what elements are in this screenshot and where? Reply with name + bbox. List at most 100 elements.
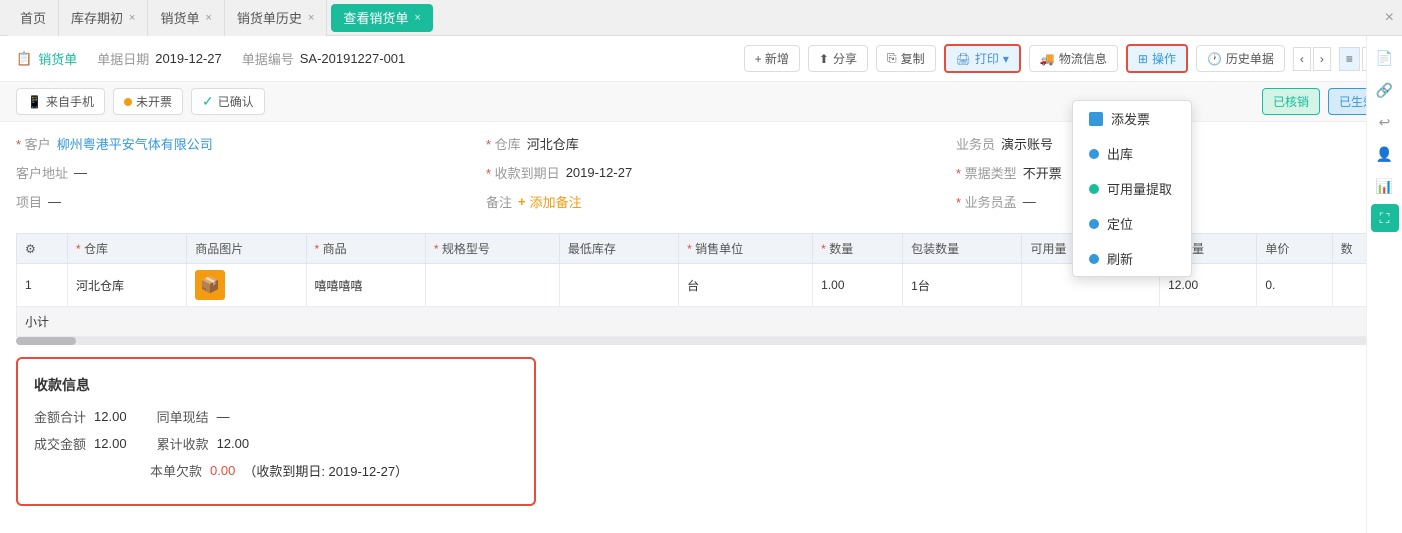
number-value: SA-20191227-001: [300, 51, 406, 66]
operation-dropdown: 添发票 出库 可用量提取 定位 刷新: [1072, 100, 1192, 277]
cancelled-status[interactable]: 已核销: [1262, 88, 1320, 115]
row-min-stock: [559, 264, 678, 307]
not-opened-button[interactable]: 未开票: [113, 88, 183, 115]
address-label: 客户地址: [16, 163, 68, 182]
customer-value[interactable]: 柳州粤港平安气体有限公司: [57, 134, 213, 153]
operation-button-label: 操作: [1152, 50, 1176, 67]
prev-arrow[interactable]: ‹: [1293, 47, 1311, 71]
address-value: —: [74, 165, 87, 180]
not-opened-label: 未开票: [136, 93, 172, 110]
date-value: 2019-12-27: [155, 51, 222, 66]
horizontal-scrollbar[interactable]: [16, 337, 1386, 345]
tab-bar: 首页 库存期初 × 销货单 × 销货单历史 × 查看销货单 × ×: [0, 0, 1402, 36]
available-qty-item[interactable]: 可用量提取: [1073, 171, 1191, 206]
tab-inventory-init-close[interactable]: ×: [129, 12, 135, 24]
locate-item[interactable]: 定位: [1073, 206, 1191, 241]
outbound-label: 出库: [1107, 144, 1133, 163]
sidebar-icon-return[interactable]: ↩: [1371, 108, 1399, 136]
print-button-label: 打印: [975, 50, 999, 67]
confirm-button[interactable]: ✓ 已确认: [191, 88, 265, 115]
copy-icon: ⎘: [887, 51, 897, 66]
tab-sales-history-close[interactable]: ×: [308, 12, 314, 24]
tab-home[interactable]: 首页: [8, 0, 59, 36]
subtotal-label: 小计: [17, 307, 1386, 337]
amount-item: 金额合计 12.00: [34, 407, 127, 426]
sidebar-icon-chart[interactable]: 📊: [1371, 172, 1399, 200]
row-index: 1: [17, 264, 68, 307]
col-unit: 销售单位: [679, 234, 813, 264]
balance-label: 本单欠款: [150, 461, 202, 480]
accumulated-item: 累计收款 12.00: [157, 434, 250, 453]
available-qty-icon: [1089, 184, 1099, 194]
available-qty-label: 可用量提取: [1107, 179, 1172, 198]
copy-button[interactable]: ⎘ 复制: [876, 45, 936, 72]
outbound-item[interactable]: 出库: [1073, 136, 1191, 171]
transaction-value: 12.00: [94, 436, 127, 451]
product-image-icon: 📦: [200, 275, 220, 295]
outbound-icon: [1089, 149, 1099, 159]
sidebar-icon-expand[interactable]: ⛶: [1371, 204, 1399, 232]
sidebar-icon-user[interactable]: 👤: [1371, 140, 1399, 168]
row-spec: [425, 264, 559, 307]
tab-sales-order-close[interactable]: ×: [205, 12, 211, 24]
history-icon: 🕐: [1207, 52, 1222, 66]
next-arrow[interactable]: ›: [1313, 47, 1331, 71]
col-product: 商品: [306, 234, 425, 264]
share-button[interactable]: ⬆ 分享: [808, 45, 868, 72]
print-dropdown-icon: ▾: [1003, 52, 1009, 66]
share-icon: ⬆: [819, 52, 829, 66]
col-settings[interactable]: ⚙: [17, 234, 68, 264]
payment-info-box: 收款信息 金额合计 12.00 同单现结 — 成交金额 12.00 累计收款: [16, 357, 536, 506]
logistics-icon: 🚚: [1040, 52, 1055, 66]
warehouse-value: 河北仓库: [527, 134, 579, 153]
customer-label: 客户: [16, 134, 51, 153]
date-label: 单据日期: [97, 49, 149, 68]
doc-type-label: 销货单: [38, 49, 77, 68]
row-quantity: 1.00: [813, 264, 903, 307]
tab-bar-close-button[interactable]: ×: [1385, 9, 1394, 27]
tab-view-sales-order[interactable]: 查看销货单 ×: [331, 4, 432, 32]
print-button[interactable]: 🖨 打印 ▾: [944, 44, 1021, 73]
sidebar-icon-link[interactable]: 🔗: [1371, 76, 1399, 104]
settings-icon[interactable]: ⚙: [25, 242, 36, 256]
scrollbar-thumb[interactable]: [16, 337, 76, 345]
customer-field: 客户 柳州粤港平安气体有限公司: [16, 134, 446, 153]
payment-title: 收款信息: [34, 375, 518, 395]
ticket-type-label: 票据类型: [956, 163, 1017, 182]
tab-home-label: 首页: [20, 8, 46, 27]
print-icon: 🖨: [956, 52, 971, 66]
tab-view-sales-order-label: 查看销货单: [343, 8, 408, 27]
tab-view-sales-order-close[interactable]: ×: [414, 12, 420, 24]
add-note-button[interactable]: 添加备注: [518, 192, 582, 211]
business-label: 业务员孟: [956, 192, 1017, 211]
balance-value: 0.00: [210, 463, 235, 478]
from-mobile-button[interactable]: 📱 来自手机: [16, 88, 105, 115]
history-button[interactable]: 🕐 历史单据: [1196, 45, 1285, 72]
refresh-item[interactable]: 刷新: [1073, 241, 1191, 276]
list-view-button[interactable]: ≡: [1339, 47, 1360, 71]
tab-sales-history[interactable]: 销货单历史 ×: [225, 0, 327, 36]
add-button-label: + 新增: [755, 50, 789, 67]
sidebar-icon-doc[interactable]: 📄: [1371, 44, 1399, 72]
col-product-img: 商品图片: [187, 234, 306, 264]
amount-value: 12.00: [94, 409, 127, 424]
note-field: 备注 添加备注: [486, 192, 916, 211]
row-product: 嘻嘻嘻嘻: [306, 264, 425, 307]
add-button[interactable]: + 新增: [744, 45, 800, 72]
tab-inventory-init[interactable]: 库存期初 ×: [59, 0, 148, 36]
logistics-button[interactable]: 🚚 物流信息: [1029, 45, 1118, 72]
tab-sales-order[interactable]: 销货单 ×: [148, 0, 224, 36]
refresh-label: 刷新: [1107, 249, 1133, 268]
operation-button[interactable]: ⊞ 操作: [1126, 44, 1188, 73]
not-opened-dot: [124, 98, 132, 106]
amount-label: 金额合计: [34, 407, 86, 426]
row-pack-qty: 1台: [903, 264, 1022, 307]
confirm-check-icon: ✓: [202, 93, 214, 110]
project-label: 项目: [16, 192, 42, 211]
accumulated-value: 12.00: [217, 436, 250, 451]
payment-row-1: 金额合计 12.00 同单现结 —: [34, 407, 518, 426]
warehouse-field: 仓库 河北仓库: [486, 134, 916, 153]
number-label: 单据编号: [242, 49, 294, 68]
due-date-value: 2019-12-27: [566, 165, 633, 180]
add-invoice-item[interactable]: 添发票: [1073, 101, 1191, 136]
